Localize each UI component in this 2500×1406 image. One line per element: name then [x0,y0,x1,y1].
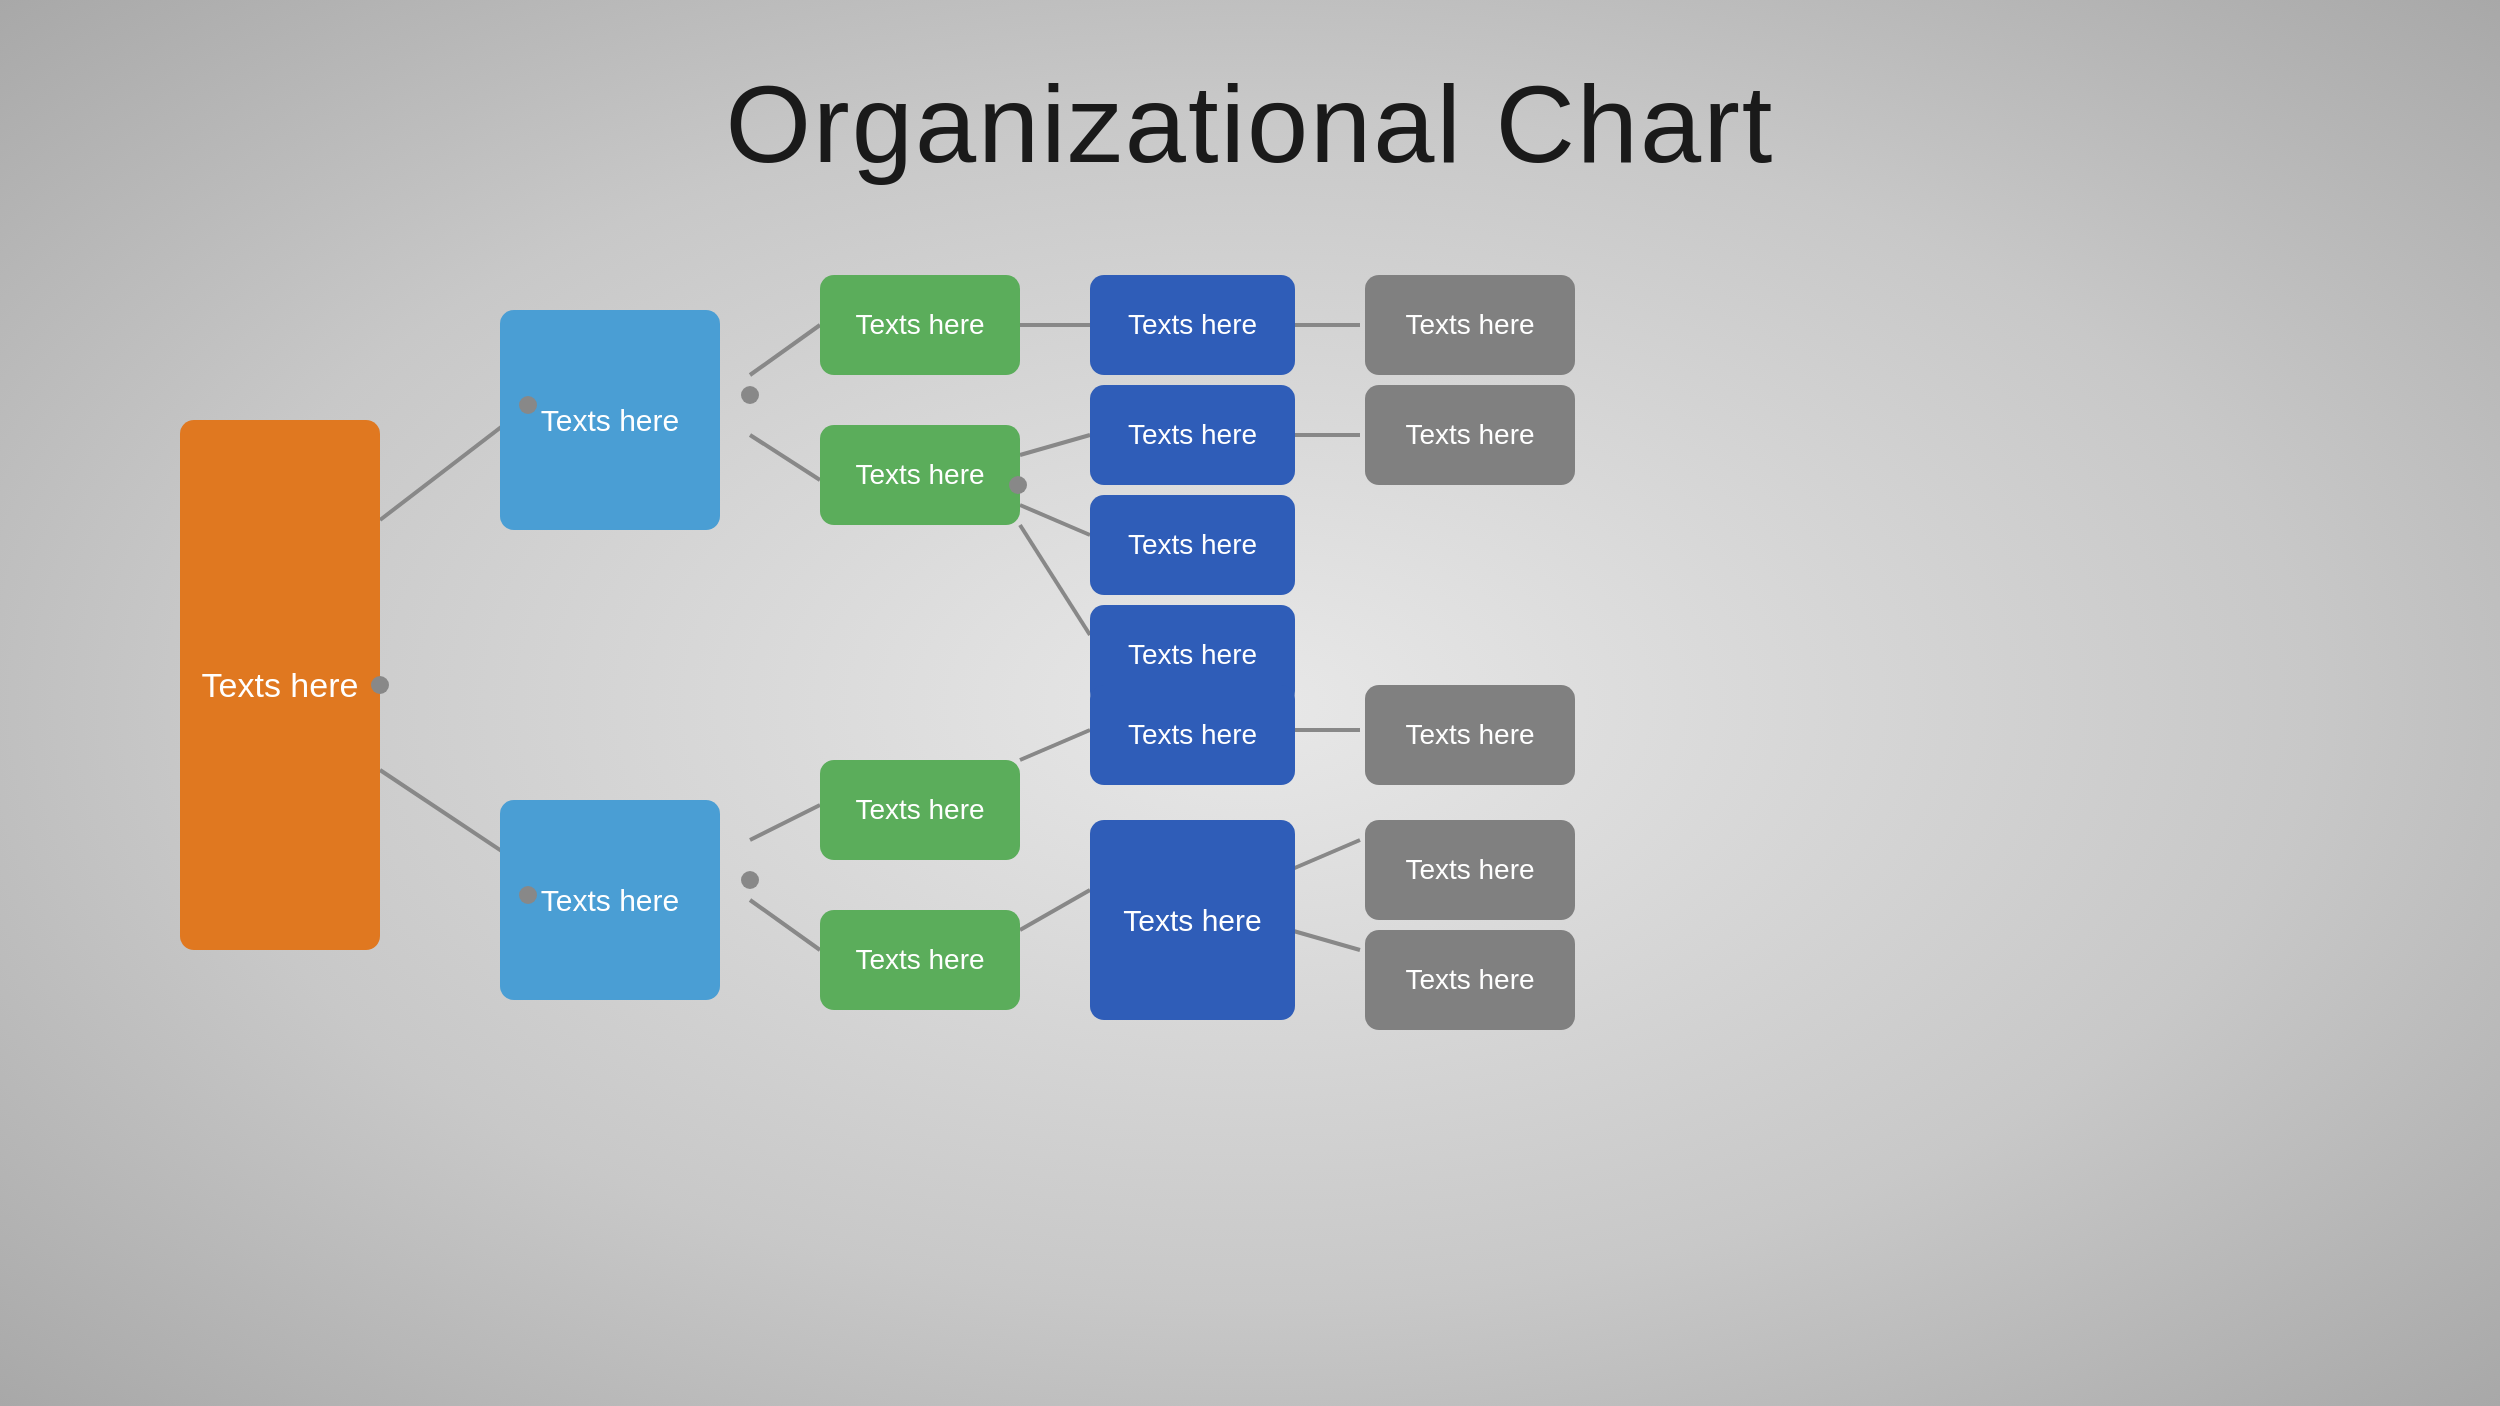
svg-line-2 [750,325,820,375]
svg-line-10 [1020,730,1090,760]
connector-dot-3 [519,886,537,904]
node-branch1: Texts here [500,310,720,530]
chart-area: Texts here Texts here Texts here Texts h… [160,230,2340,1346]
node-b2-green1: Texts here [820,760,1020,860]
node-b2g2-gray1: Texts here [1365,820,1575,920]
node-b1g2-blue2: Texts here [1090,495,1295,595]
svg-line-5 [750,900,820,950]
node-b2-blue1: Texts here [1090,685,1295,785]
svg-line-7 [1020,435,1090,455]
connector-dot-5 [741,871,759,889]
connector-dot-1 [371,676,389,694]
page-title: Organizational Chart [0,0,2500,187]
node-root: Texts here [180,420,380,950]
node-b1g2-blue1: Texts here [1090,385,1295,485]
svg-line-8 [1020,505,1090,535]
node-b2g2-gray2: Texts here [1365,930,1575,1030]
node-b2g2-blue1: Texts here [1090,820,1295,1020]
svg-line-3 [750,435,820,480]
svg-line-15 [1290,840,1360,870]
node-b1g1-gray1: Texts here [1365,275,1575,375]
svg-line-11 [1020,890,1090,930]
connector-dot-6 [1009,476,1027,494]
svg-line-16 [1290,930,1360,950]
node-b1g1-blue1: Texts here [1090,275,1295,375]
node-b2-green2: Texts here [820,910,1020,1010]
node-b1g2-gray1: Texts here [1365,385,1575,485]
node-b2-gray1: Texts here [1365,685,1575,785]
svg-line-4 [750,805,820,840]
connector-dot-2 [519,396,537,414]
node-b1-green2: Texts here [820,425,1020,525]
connector-dot-4 [741,386,759,404]
node-b1-green1: Texts here [820,275,1020,375]
svg-line-9 [1020,525,1090,635]
